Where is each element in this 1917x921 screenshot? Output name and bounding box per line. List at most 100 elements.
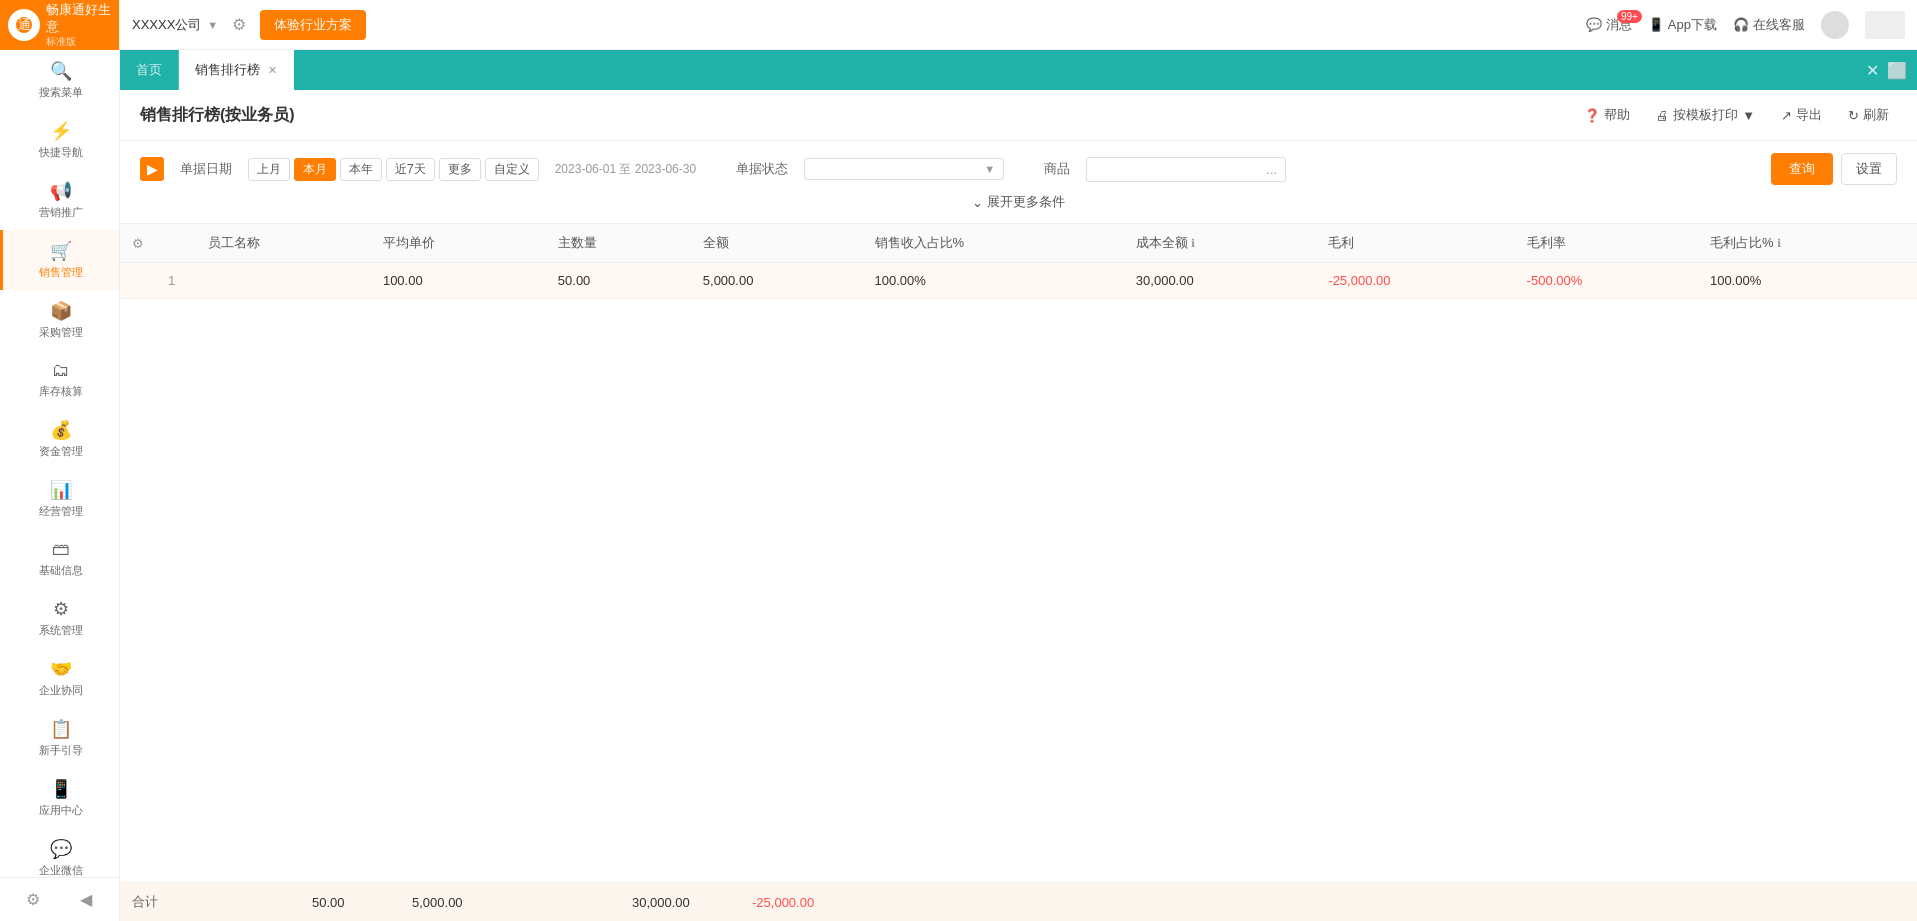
th-sales-pct: 销售收入占比% xyxy=(863,224,1124,263)
sidebar-collapse-btn[interactable]: ◀ xyxy=(62,886,112,913)
date-btn-this-month[interactable]: 本月 xyxy=(294,158,336,181)
query-button[interactable]: 查询 xyxy=(1771,153,1833,185)
footer-gross-profit: -25,000.00 xyxy=(752,895,852,910)
filter-toggle-btn[interactable]: ▶ xyxy=(140,157,164,181)
td-quantity: 50.00 xyxy=(546,263,691,299)
print-button[interactable]: 🖨 按模板打印 ▼ xyxy=(1648,102,1763,128)
sidebar-item-marketing[interactable]: 📢 营销推广 xyxy=(0,170,119,230)
date-btn-custom[interactable]: 自定义 xyxy=(485,158,539,181)
td-employee xyxy=(196,263,371,299)
info-icon[interactable]: ℹ xyxy=(1191,237,1195,249)
date-range: 2023-06-01 至 2023-06-30 xyxy=(555,161,696,178)
guide-icon: 📋 xyxy=(50,718,72,740)
service-button[interactable]: 🎧 在线客服 xyxy=(1733,16,1805,34)
message-button[interactable]: 💬 消息 99+ xyxy=(1586,16,1632,34)
td-rank: 1 xyxy=(156,263,196,299)
th-cost: 成本全额 ℹ xyxy=(1124,224,1316,263)
date-btn-7days[interactable]: 近7天 xyxy=(386,158,435,181)
table-footer: 合计 50.00 5,000.00 30,000.00 -25,000.00 xyxy=(120,882,1917,921)
system-icon: ⚙ xyxy=(53,598,69,620)
settings-button[interactable]: 设置 xyxy=(1841,153,1897,185)
td-total: 5,000.00 xyxy=(691,263,863,299)
footer-quantity: 50.00 xyxy=(312,895,392,910)
th-gross-rate: 毛利率 xyxy=(1515,224,1698,263)
collab-icon: 🤝 xyxy=(50,658,72,680)
expand-conditions-btn[interactable]: ⌄ 展开更多条件 xyxy=(972,193,1065,211)
td-cost: 30,000.00 xyxy=(1124,263,1316,299)
td-gross-pct: 100.00% xyxy=(1698,263,1917,299)
content-area: 销售排行榜(按业务员) ❓ 帮助 🖨 按模板打印 ▼ ↗ 导出 xyxy=(120,90,1917,921)
print-icon: 🖨 xyxy=(1656,108,1669,123)
th-settings[interactable]: ⚙ xyxy=(120,224,156,263)
export-button[interactable]: ↗ 导出 xyxy=(1773,102,1830,128)
sidebar-item-appstore[interactable]: 📱 应用中心 xyxy=(0,768,119,828)
tab-sales-rank[interactable]: 销售排行榜 ✕ xyxy=(179,50,294,90)
refresh-icon: ↻ xyxy=(1848,108,1859,123)
tabbar-maximize-button[interactable]: ⬜ xyxy=(1887,61,1907,80)
topbar: XXXXX公司 ▼ ⚙ 体验行业方案 💬 消息 99+ 📱 App下载 🎧 在线… xyxy=(120,0,1917,50)
goods-label: 商品 xyxy=(1044,160,1070,178)
expand-row: ⌄ 展开更多条件 xyxy=(140,193,1897,211)
tab-home[interactable]: 首页 xyxy=(120,50,179,90)
date-btn-this-year[interactable]: 本年 xyxy=(340,158,382,181)
sidebar-item-wechat[interactable]: 💬 企业微信 xyxy=(0,828,119,877)
status-label: 单据状态 xyxy=(736,160,788,178)
company-name: XXXXX公司 xyxy=(132,16,201,34)
th-total: 全额 xyxy=(691,224,863,263)
topbar-gear-button[interactable]: ⚙ xyxy=(228,11,250,38)
goods-select[interactable]: ... xyxy=(1086,157,1286,182)
th-quantity: 主数量 xyxy=(546,224,691,263)
download-icon: 📱 xyxy=(1648,17,1664,32)
sidebar-item-purchase[interactable]: 📦 采购管理 xyxy=(0,290,119,350)
user-name[interactable] xyxy=(1865,11,1905,39)
help-button[interactable]: ❓ 帮助 xyxy=(1576,102,1638,128)
svg-text:通: 通 xyxy=(18,17,31,32)
sidebar: 通 畅康通好生意 标准版 🔍 搜索菜单 ⚡ 快捷导航 📢 营销推广 🛒 销售管理… xyxy=(0,0,120,921)
sidebar-item-system[interactable]: ⚙ 系统管理 xyxy=(0,588,119,648)
status-select[interactable]: ▼ xyxy=(804,158,1004,180)
sidebar-item-inventory[interactable]: 🗂 库存核算 xyxy=(0,350,119,409)
sidebar-item-shortcut[interactable]: ⚡ 快捷导航 xyxy=(0,110,119,170)
date-btn-last-month[interactable]: 上月 xyxy=(248,158,290,181)
sidebar-item-operations[interactable]: 📊 经营管理 xyxy=(0,469,119,529)
sidebar-item-basicinfo[interactable]: 🗃 基础信息 xyxy=(0,529,119,588)
chevron-down-icon: ▼ xyxy=(1742,108,1755,123)
app-name: 畅康通好生意 标准版 xyxy=(46,2,111,49)
sidebar-item-guide[interactable]: 📋 新手引导 xyxy=(0,708,119,768)
purchase-icon: 📦 xyxy=(50,300,72,322)
page-header: 销售排行榜(按业务员) ❓ 帮助 🖨 按模板打印 ▼ ↗ 导出 xyxy=(120,90,1917,141)
date-buttons: 上月 本月 本年 近7天 更多 自定义 xyxy=(248,158,539,181)
marketing-icon: 📢 xyxy=(50,180,72,202)
th-gross-pct: 毛利占比% ℹ xyxy=(1698,224,1917,263)
headset-icon: 🎧 xyxy=(1733,17,1749,32)
sidebar-item-collab[interactable]: 🤝 企业协同 xyxy=(0,648,119,708)
th-rank xyxy=(156,224,196,263)
finance-icon: 💰 xyxy=(50,419,72,441)
sidebar-item-search[interactable]: 🔍 搜索菜单 xyxy=(0,50,119,110)
trial-button[interactable]: 体验行业方案 xyxy=(260,10,366,40)
message-icon: 💬 xyxy=(1586,17,1602,32)
sidebar-item-sales[interactable]: 🛒 销售管理 xyxy=(0,230,119,290)
sidebar-settings-btn[interactable]: ⚙ xyxy=(8,886,58,913)
chevron-down-icon: ⌄ xyxy=(972,195,983,210)
company-selector[interactable]: XXXXX公司 ▼ xyxy=(132,16,218,34)
td-gross-rate: -500.00% xyxy=(1515,263,1698,299)
sidebar-item-finance[interactable]: 💰 资金管理 xyxy=(0,409,119,469)
footer-label: 合计 xyxy=(132,893,192,911)
user-avatar[interactable] xyxy=(1821,11,1849,39)
page: 销售排行榜(按业务员) ❓ 帮助 🖨 按模板打印 ▼ ↗ 导出 xyxy=(120,90,1917,921)
date-btn-more[interactable]: 更多 xyxy=(439,158,481,181)
operations-icon: 📊 xyxy=(50,479,72,501)
close-icon[interactable]: ✕ xyxy=(268,64,277,77)
app-logo: 通 畅康通好生意 标准版 xyxy=(0,0,119,50)
info-icon-2[interactable]: ℹ xyxy=(1777,237,1781,249)
app-download-button[interactable]: 📱 App下载 xyxy=(1648,16,1717,34)
tabbar-close-button[interactable]: ✕ xyxy=(1866,61,1879,80)
th-employee: 员工名称 xyxy=(196,224,371,263)
filter-row-1: ▶ 单据日期 上月 本月 本年 近7天 更多 自定义 2023-06-01 至 … xyxy=(140,153,1897,185)
refresh-button[interactable]: ↻ 刷新 xyxy=(1840,102,1897,128)
sidebar-nav: 🔍 搜索菜单 ⚡ 快捷导航 📢 营销推广 🛒 销售管理 📦 采购管理 🗂 库存核… xyxy=(0,50,119,877)
table-row: 1 100.00 50.00 5,000.00 100.00% 30,000.0… xyxy=(120,263,1917,299)
td-settings xyxy=(120,263,156,299)
action-buttons: 查询 设置 xyxy=(1771,153,1897,185)
